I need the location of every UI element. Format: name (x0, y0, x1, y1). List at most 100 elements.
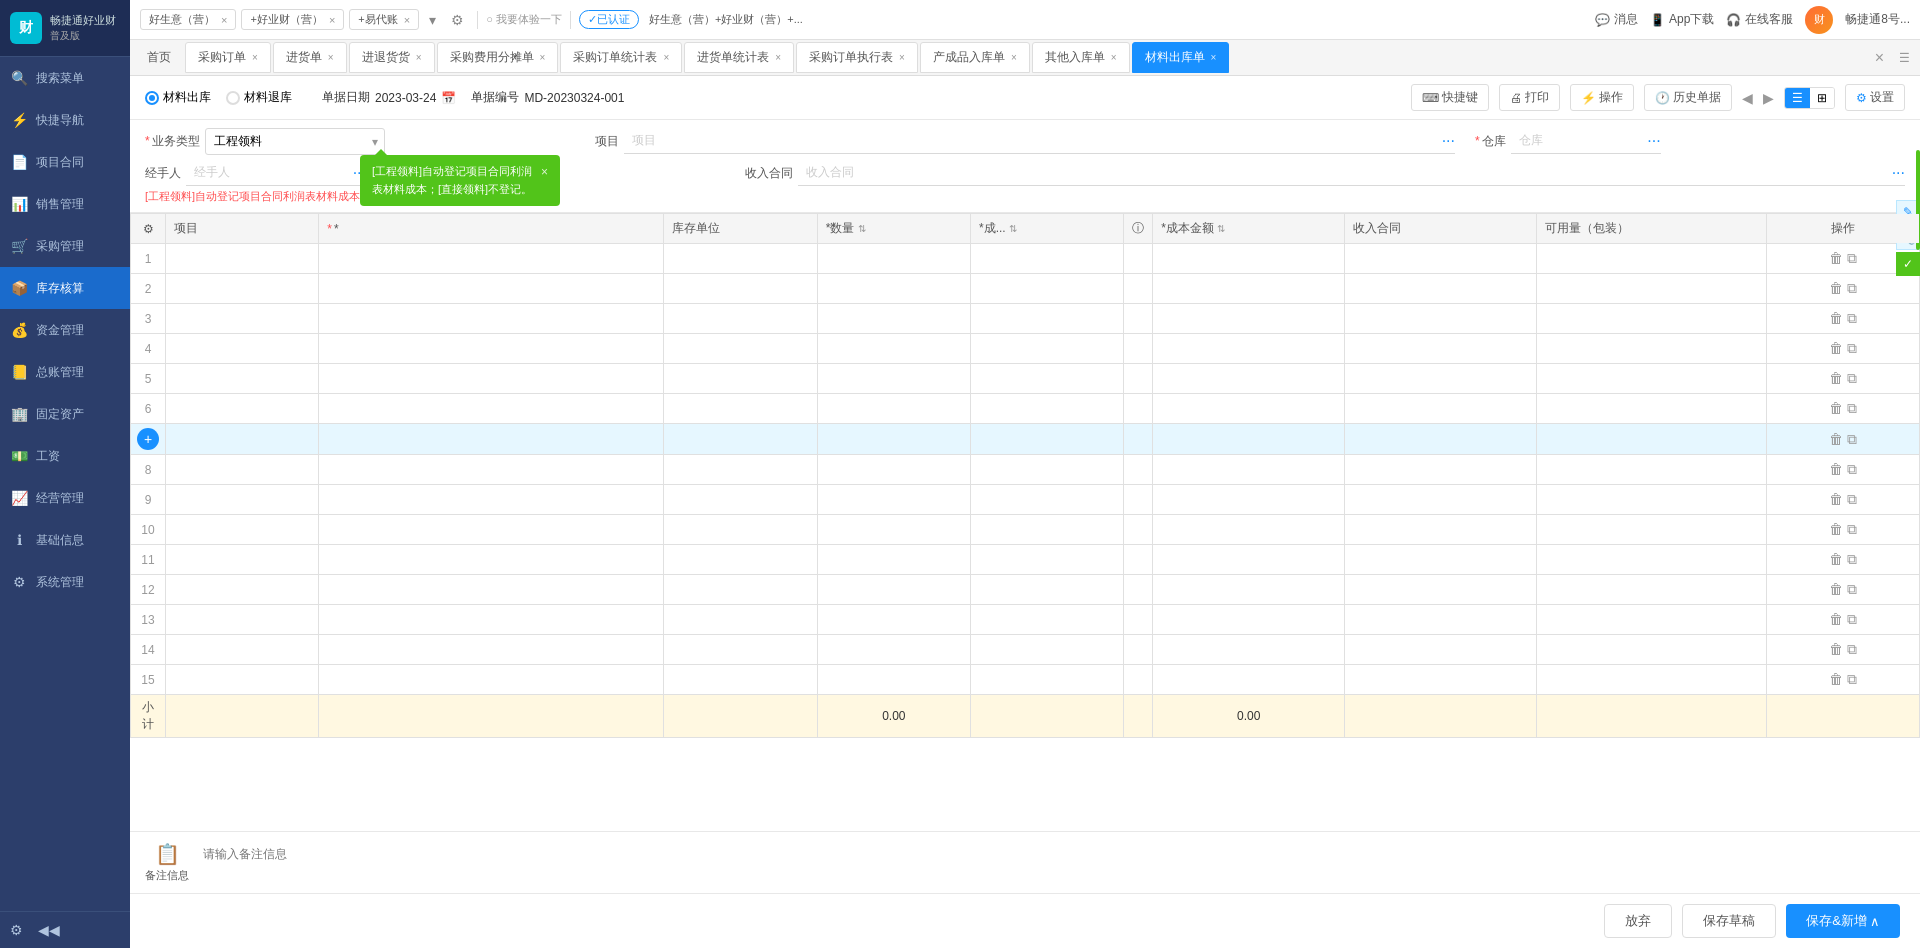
table-cell[interactable] (1124, 424, 1153, 455)
table-cell[interactable] (817, 274, 970, 304)
table-cell[interactable] (1153, 274, 1345, 304)
copy-row-icon[interactable]: ⧉ (1845, 671, 1859, 687)
tag-easy-account[interactable]: +易代账 × (349, 9, 419, 30)
copy-row-icon[interactable]: ⧉ (1845, 521, 1859, 537)
table-cell[interactable] (817, 635, 970, 665)
table-cell[interactable] (1344, 274, 1536, 304)
table-cell[interactable] (166, 364, 319, 394)
delete-row-icon[interactable]: 🗑 (1827, 521, 1845, 537)
delete-row-icon[interactable]: 🗑 (1827, 581, 1845, 597)
tab-close-return[interactable]: × (416, 52, 422, 63)
table-cell[interactable] (166, 605, 319, 635)
table-cell[interactable] (1536, 485, 1766, 515)
table-cell[interactable] (970, 485, 1123, 515)
table-cell[interactable] (970, 304, 1123, 334)
table-cell[interactable] (970, 394, 1123, 424)
tag-close-icon3[interactable]: × (404, 14, 410, 26)
tab-close-other[interactable]: × (1111, 52, 1117, 63)
topbar-dropdown-icon[interactable]: ▾ (424, 10, 441, 30)
table-cell[interactable] (817, 665, 970, 695)
shortcut-btn[interactable]: ⌨ 快捷键 (1411, 84, 1489, 111)
copy-row-icon[interactable]: ⧉ (1845, 581, 1859, 597)
table-cell[interactable] (970, 605, 1123, 635)
table-cell[interactable] (970, 455, 1123, 485)
tab-close-fee[interactable]: × (540, 52, 546, 63)
table-cell[interactable] (664, 424, 817, 455)
table-cell[interactable] (970, 545, 1123, 575)
sidebar-item-assets[interactable]: 🏢 固定资产 (0, 393, 130, 435)
table-cell[interactable] (166, 665, 319, 695)
table-cell[interactable] (166, 515, 319, 545)
sidebar-item-contract[interactable]: 📄 项目合同 (0, 141, 130, 183)
tab-close-stat[interactable]: × (663, 52, 669, 63)
history-btn[interactable]: 🕐 历史单据 (1644, 84, 1732, 111)
tabbar-close-btn[interactable]: × (1870, 47, 1889, 69)
table-cell[interactable] (664, 274, 817, 304)
table-cell[interactable] (1124, 304, 1153, 334)
table-cell[interactable] (817, 575, 970, 605)
table-cell[interactable] (817, 394, 970, 424)
table-cell[interactable] (1124, 455, 1153, 485)
table-cell[interactable] (1124, 394, 1153, 424)
table-cell[interactable] (319, 635, 664, 665)
table-cell[interactable] (1344, 334, 1536, 364)
table-cell[interactable] (166, 334, 319, 364)
table-cell[interactable] (1344, 244, 1536, 274)
table-cell[interactable] (1153, 304, 1345, 334)
table-cell[interactable] (970, 244, 1123, 274)
table-cell[interactable] (817, 304, 970, 334)
nav-next-icon[interactable]: ▶ (1763, 90, 1774, 106)
table-cell[interactable] (970, 424, 1123, 455)
table-cell[interactable] (1344, 304, 1536, 334)
table-cell[interactable] (1153, 605, 1345, 635)
table-cell[interactable] (1536, 515, 1766, 545)
delete-row-icon[interactable]: 🗑 (1827, 461, 1845, 477)
table-cell[interactable] (664, 665, 817, 695)
table-cell[interactable] (664, 485, 817, 515)
delete-row-icon[interactable]: 🗑 (1827, 310, 1845, 326)
table-cell[interactable] (817, 605, 970, 635)
user-avatar[interactable]: 财 (1805, 6, 1833, 34)
table-cell[interactable] (664, 304, 817, 334)
tab-close-goods-stat[interactable]: × (775, 52, 781, 63)
tab-finished-goods[interactable]: 产成品入库单 × (920, 42, 1030, 73)
table-cell[interactable] (1124, 635, 1153, 665)
sidebar-item-salary[interactable]: 💵 工资 (0, 435, 130, 477)
table-cell[interactable] (1153, 635, 1345, 665)
tab-purchase-order[interactable]: 采购订单 × (185, 42, 271, 73)
tag-close-icon[interactable]: × (221, 14, 227, 26)
table-cell[interactable] (664, 575, 817, 605)
copy-row-icon[interactable]: ⧉ (1845, 551, 1859, 567)
delete-row-icon[interactable]: 🗑 (1827, 611, 1845, 627)
side-icon-3[interactable]: ✓ (1896, 252, 1920, 276)
sidebar-item-inventory[interactable]: 📦 库存核算 (0, 267, 130, 309)
table-cell[interactable] (1153, 364, 1345, 394)
sidebar-item-search[interactable]: 🔍 搜索菜单 (0, 57, 130, 99)
copy-row-icon[interactable]: ⧉ (1845, 250, 1859, 266)
table-cell[interactable] (166, 485, 319, 515)
table-cell[interactable] (1536, 244, 1766, 274)
collapse-icon[interactable]: ◀◀ (38, 922, 60, 938)
table-cell[interactable] (319, 485, 664, 515)
tab-close-goods[interactable]: × (328, 52, 334, 63)
table-cell[interactable] (166, 244, 319, 274)
table-cell[interactable] (1124, 334, 1153, 364)
tag-good-finance[interactable]: +好业财（营） × (241, 9, 344, 30)
tab-close-purchase[interactable]: × (252, 52, 258, 63)
delete-row-icon[interactable]: 🗑 (1827, 400, 1845, 416)
col-gear[interactable]: ⚙ (131, 214, 166, 244)
radio-material-out[interactable]: 材料出库 (145, 89, 211, 106)
table-cell[interactable] (664, 515, 817, 545)
table-cell[interactable] (1124, 364, 1153, 394)
table-cell[interactable] (319, 334, 664, 364)
table-cell[interactable] (970, 575, 1123, 605)
tab-goods-stat[interactable]: 进货单统计表 × (684, 42, 794, 73)
copy-row-icon[interactable]: ⧉ (1845, 611, 1859, 627)
table-cell[interactable] (817, 455, 970, 485)
tag-good-business[interactable]: 好生意（营） × (140, 9, 236, 30)
copy-row-icon[interactable]: ⧉ (1845, 400, 1859, 416)
table-cell[interactable] (166, 394, 319, 424)
sidebar-item-nav[interactable]: ⚡ 快捷导航 (0, 99, 130, 141)
table-cell[interactable] (1153, 334, 1345, 364)
save-draft-button[interactable]: 保存草稿 (1682, 904, 1776, 938)
